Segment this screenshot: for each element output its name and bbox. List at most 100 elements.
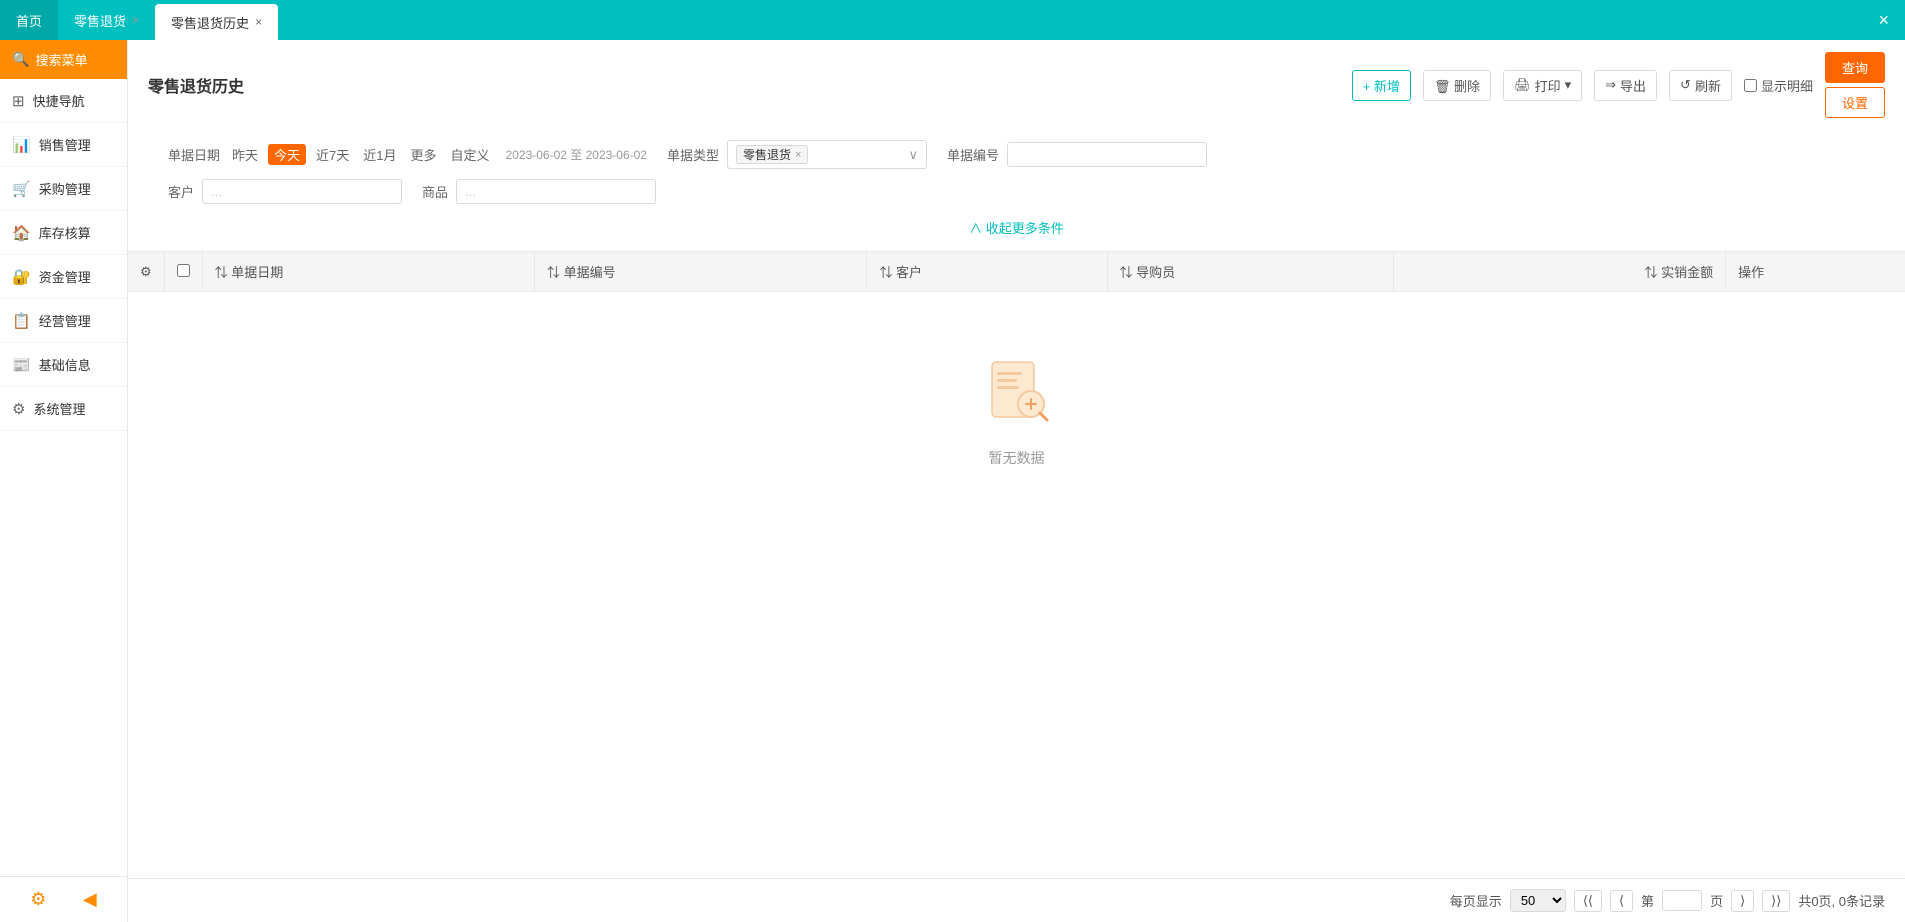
doc-type-tag-value: 零售退货 xyxy=(743,146,791,163)
export-icon: ⇒ xyxy=(1605,77,1616,93)
select-all-checkbox[interactable] xyxy=(177,264,190,277)
refresh-button[interactable]: ↺ 刷新 xyxy=(1669,70,1732,101)
doc-number-filter-group: 单据编号 xyxy=(947,142,1207,167)
per-page-select[interactable]: 20 50 100 xyxy=(1510,889,1566,912)
th-settings[interactable]: ⚙ xyxy=(128,252,164,292)
filter-row-1: 单据日期 昨天 今天 近7天 近1月 更多 自定义 2023-06-02 至 2… xyxy=(168,140,1865,169)
delete-button[interactable]: 🗑 删除 xyxy=(1423,70,1491,101)
empty-icon xyxy=(977,352,1057,432)
show-detail-label: 显示明细 xyxy=(1761,76,1813,95)
date-shortcut-1month[interactable]: 近1月 xyxy=(359,144,400,165)
prev-page-button[interactable]: ⟨ xyxy=(1610,890,1633,912)
sidebar-item-purchase-label: 采购管理 xyxy=(39,179,91,198)
content-area: 零售退货历史 + 新增 🗑 删除 🖨 打印 ▾ ⇒ 导出 ↺ xyxy=(128,40,1905,922)
th-doc-number: ⇅ 单据编号 xyxy=(535,252,867,292)
tab-retail-return[interactable]: 零售退货 × xyxy=(58,0,155,40)
sidebar-item-inventory-label: 库存核算 xyxy=(39,223,91,242)
th-date: ⇅ 单据日期 xyxy=(202,252,534,292)
show-detail-checkbox-wrapper[interactable]: 显示明细 xyxy=(1744,76,1813,95)
goods-label: 商品 xyxy=(422,182,448,201)
export-button[interactable]: ⇒ 导出 xyxy=(1594,70,1657,101)
date-shortcut-custom[interactable]: 自定义 xyxy=(447,144,494,165)
th-customer: ⇅ 客户 xyxy=(867,252,1107,292)
empty-state: 暂无数据 xyxy=(128,292,1905,528)
customer-filter-group: 客户 ... xyxy=(168,179,402,204)
first-page-button[interactable]: ⟨⟨ xyxy=(1574,890,1602,912)
customer-placeholder: ... xyxy=(211,184,222,199)
last-page-button[interactable]: ⟩⟩ xyxy=(1762,890,1790,912)
date-shortcut-7days[interactable]: 近7天 xyxy=(312,144,353,165)
page-header: 零售退货历史 + 新增 🗑 删除 🖨 打印 ▾ ⇒ 导出 ↺ xyxy=(128,40,1905,252)
doc-type-tag: 零售退货 × xyxy=(736,145,808,164)
collapse-sidebar-icon[interactable]: ◀ xyxy=(83,889,97,910)
setting-button[interactable]: 设置 xyxy=(1825,87,1885,118)
page-number-input[interactable]: 1 xyxy=(1662,890,1702,911)
tab-retail-return-history-close[interactable]: × xyxy=(255,15,262,29)
refresh-label: 刷新 xyxy=(1695,76,1721,95)
show-detail-checkbox[interactable] xyxy=(1744,79,1757,92)
date-filter-group: 单据日期 昨天 今天 近7天 近1月 更多 自定义 2023-06-02 至 2… xyxy=(168,144,647,165)
new-button[interactable]: + 新增 xyxy=(1352,70,1411,101)
search-icon: 🔍 xyxy=(12,51,29,68)
date-shortcut-today[interactable]: 今天 xyxy=(268,144,306,165)
basic-info-icon: 📰 xyxy=(12,356,31,374)
sidebar-item-inventory[interactable]: 🏠 库存核算 xyxy=(0,211,127,255)
page-label: 第 xyxy=(1641,891,1654,910)
sidebar-item-system[interactable]: ⚙ 系统管理 xyxy=(0,387,127,431)
collapse-button[interactable]: ∧ 收起更多条件 xyxy=(969,218,1064,237)
inventory-icon: 🏠 xyxy=(12,224,31,242)
sidebar-item-system-label: 系统管理 xyxy=(33,399,85,418)
date-shortcut-yesterday[interactable]: 昨天 xyxy=(228,144,262,165)
query-button[interactable]: 查询 xyxy=(1825,52,1885,83)
next-page-button[interactable]: ⟩ xyxy=(1731,890,1754,912)
table-container: ⚙ ⇅ 单据日期 ⇅ 单据编号 ⇅ 客户 xyxy=(128,252,1905,878)
table-header-row: ⚙ ⇅ 单据日期 ⇅ 单据编号 ⇅ 客户 xyxy=(128,252,1905,292)
total-label: 共0页, 0条记录 xyxy=(1798,891,1885,910)
toolbar: + 新增 🗑 删除 🖨 打印 ▾ ⇒ 导出 ↺ 刷新 xyxy=(1352,52,1885,118)
sidebar: 🔍 搜索菜单 ⊞ 快捷导航 📊 销售管理 🛒 采购管理 🏠 库存核算 🔐 资金管… xyxy=(0,40,128,922)
sidebar-bottom: ⚙ ◀ xyxy=(0,876,127,922)
settings-bottom-icon[interactable]: ⚙ xyxy=(30,889,46,910)
date-filter-label: 单据日期 xyxy=(168,145,220,164)
sidebar-item-sales-label: 销售管理 xyxy=(39,135,91,154)
th-amount-label: ⇅ 实销金额 xyxy=(1645,265,1714,280)
sidebar-item-basic-info[interactable]: 📰 基础信息 xyxy=(0,343,127,387)
sidebar-item-sales[interactable]: 📊 销售管理 xyxy=(0,123,127,167)
doc-number-input[interactable] xyxy=(1007,142,1207,167)
doc-type-select[interactable]: 零售退货 × ∨ xyxy=(727,140,927,169)
export-label: 导出 xyxy=(1620,76,1646,95)
th-guide-label: ⇅ 导购员 xyxy=(1120,265,1176,280)
th-action-label: 操作 xyxy=(1738,265,1764,280)
top-tab-bar: 首页 零售退货 × 零售退货历史 × × xyxy=(0,0,1905,40)
tab-retail-return-history[interactable]: 零售退货历史 × xyxy=(155,4,278,40)
sidebar-item-quick-nav-label: 快捷导航 xyxy=(33,91,85,110)
print-button[interactable]: 🖨 打印 ▾ xyxy=(1503,70,1582,101)
th-doc-number-label: ⇅ 单据编号 xyxy=(547,265,616,280)
customer-select[interactable]: ... xyxy=(202,179,402,204)
tab-home[interactable]: 首页 xyxy=(0,0,58,40)
sidebar-item-quick-nav[interactable]: ⊞ 快捷导航 xyxy=(0,79,127,123)
sidebar-item-operations[interactable]: 📋 经营管理 xyxy=(0,299,127,343)
sidebar-item-operations-label: 经营管理 xyxy=(39,311,91,330)
sidebar-item-purchase[interactable]: 🛒 采购管理 xyxy=(0,167,127,211)
table-area: ⚙ ⇅ 单据日期 ⇅ 单据编号 ⇅ 客户 xyxy=(128,252,1905,922)
doc-type-tag-remove[interactable]: × xyxy=(795,149,801,161)
th-date-label: ⇅ 单据日期 xyxy=(215,265,284,280)
refresh-icon: ↺ xyxy=(1680,77,1691,93)
th-action: 操作 xyxy=(1726,252,1905,292)
th-checkbox[interactable] xyxy=(164,252,202,292)
tab-retail-return-close[interactable]: × xyxy=(132,13,139,27)
page-title-row: 零售退货历史 + 新增 🗑 删除 🖨 打印 ▾ ⇒ 导出 ↺ xyxy=(148,52,1885,118)
operations-icon: 📋 xyxy=(12,312,31,330)
tab-retail-return-history-label: 零售退货历史 xyxy=(171,13,249,32)
sidebar-search-label: 搜索菜单 xyxy=(35,50,87,69)
print-label: 打印 xyxy=(1535,76,1561,95)
window-close-icon[interactable]: × xyxy=(1862,10,1905,31)
sidebar-item-finance[interactable]: 🔐 资金管理 xyxy=(0,255,127,299)
purchase-icon: 🛒 xyxy=(12,180,31,198)
goods-select[interactable]: ... xyxy=(456,179,656,204)
sidebar-search[interactable]: 🔍 搜索菜单 xyxy=(0,40,127,79)
sidebar-item-basic-info-label: 基础信息 xyxy=(39,355,91,374)
date-shortcut-more[interactable]: 更多 xyxy=(407,144,441,165)
system-icon: ⚙ xyxy=(12,400,25,418)
